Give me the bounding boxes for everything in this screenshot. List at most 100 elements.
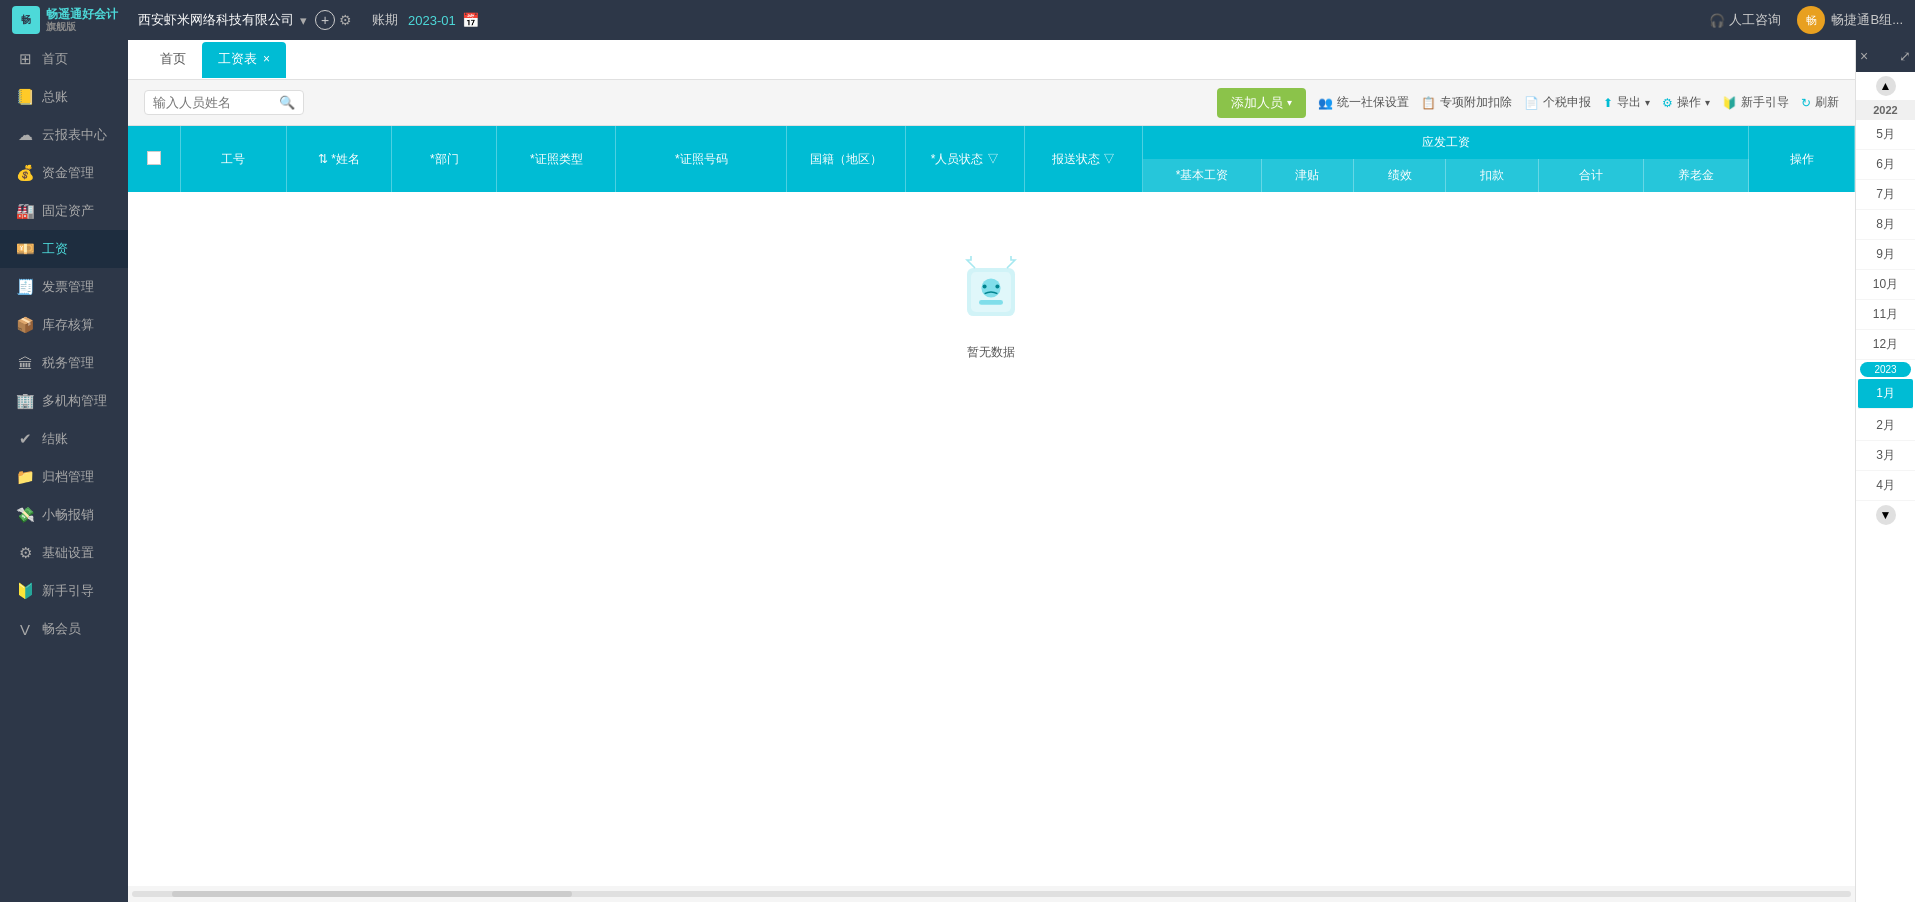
add-person-arrow-icon: ▾	[1287, 97, 1292, 108]
empty-state: 暂无数据	[128, 192, 1855, 421]
sidebar-item-home[interactable]: ⊞ 首页	[0, 40, 128, 78]
month-2023-03[interactable]: 3月	[1856, 441, 1915, 471]
col-action-header: 操作	[1749, 126, 1855, 192]
sidebar-item-cloud-report[interactable]: ☁ 云报表中心	[0, 116, 128, 154]
sidebar-item-settlement[interactable]: ✔ 结账	[0, 420, 128, 458]
search-input[interactable]	[153, 95, 273, 110]
sidebar-item-ledger[interactable]: 📒 总账	[0, 78, 128, 116]
search-box[interactable]: 🔍	[144, 90, 304, 115]
special-deduct-button[interactable]: 📋 专项附加扣除	[1421, 94, 1512, 111]
refresh-button[interactable]: ↻ 刷新	[1801, 94, 1839, 111]
sidebar-item-archive[interactable]: 📁 归档管理	[0, 458, 128, 496]
col-subsidy-header: 津贴	[1261, 159, 1353, 192]
select-all-checkbox[interactable]	[147, 151, 161, 165]
sidebar-expense-label: 小畅报销	[42, 506, 94, 524]
period-selector[interactable]: 账期 2023-01 📅	[372, 11, 479, 29]
sidebar-home-icon: ⊞	[16, 50, 34, 68]
month-2022-07[interactable]: 7月	[1856, 180, 1915, 210]
month-2022-10[interactable]: 10月	[1856, 270, 1915, 300]
horizontal-scrollbar[interactable]	[128, 886, 1855, 902]
guide-icon: 🔰	[1722, 96, 1737, 110]
sidebar-home-label: 首页	[42, 50, 68, 68]
panel-close-button[interactable]: ×	[1860, 48, 1868, 64]
sidebar-item-member[interactable]: V 畅会员	[0, 610, 128, 648]
panel-nav-up[interactable]: ▲	[1856, 72, 1915, 100]
tab-home[interactable]: 首页	[144, 42, 202, 78]
guide-label: 新手引导	[1741, 94, 1789, 111]
sidebar-fixed-assets-label: 固定资产	[42, 202, 94, 220]
headset-icon: 🎧	[1709, 13, 1725, 28]
social-security-button[interactable]: 👥 统一社保设置	[1318, 94, 1409, 111]
add-person-button[interactable]: 添加人员 ▾	[1217, 88, 1306, 118]
panel-nav-down[interactable]: ▼	[1856, 501, 1915, 529]
scrollbar-track[interactable]	[132, 891, 1851, 897]
sidebar-ledger-icon: 📒	[16, 88, 34, 106]
month-2022-05[interactable]: 5月	[1856, 120, 1915, 150]
col-report-header[interactable]: 报送状态 ▽	[1024, 126, 1143, 192]
month-2022-12[interactable]: 12月	[1856, 330, 1915, 360]
add-person-label: 添加人员	[1231, 94, 1283, 112]
top-bar-right: 🎧 人工咨询 畅 畅捷通B组...	[1709, 6, 1903, 34]
month-2023-02[interactable]: 2月	[1856, 411, 1915, 441]
panel-up-button[interactable]: ▲	[1876, 76, 1896, 96]
sidebar-guide-label: 新手引导	[42, 582, 94, 600]
settings-icon[interactable]: ⚙	[339, 12, 352, 28]
special-deduct-icon: 📋	[1421, 96, 1436, 110]
col-performance-header: 绩效	[1354, 159, 1446, 192]
tab-close-icon[interactable]: ×	[263, 52, 270, 66]
col-country-header: 国籍（地区）	[787, 126, 906, 192]
sidebar-multi-org-icon: 🏢	[16, 392, 34, 410]
payroll-table: 工号 ⇅ *姓名 *部门 *证照类型 *证照号码 国籍（地区） *人员状态 ▽	[128, 126, 1855, 886]
company-selector[interactable]: 西安虾米网络科技有限公司 ▾	[138, 11, 307, 29]
month-2022-08[interactable]: 8月	[1856, 210, 1915, 240]
tax-report-button[interactable]: 📄 个税申报	[1524, 94, 1591, 111]
month-2022-09[interactable]: 9月	[1856, 240, 1915, 270]
sidebar-settings-label: 基础设置	[42, 544, 94, 562]
col-checkbox-header[interactable]	[128, 126, 181, 192]
calendar-icon[interactable]: 📅	[462, 12, 479, 28]
sidebar-item-fixed-assets[interactable]: 🏭 固定资产	[0, 192, 128, 230]
export-button[interactable]: ⬆ 导出 ▾	[1603, 94, 1650, 111]
col-idtype-header: *证照类型	[497, 126, 616, 192]
sidebar-inventory-icon: 📦	[16, 316, 34, 334]
sidebar-item-guide[interactable]: 🔰 新手引导	[0, 572, 128, 610]
month-2022-06[interactable]: 6月	[1856, 150, 1915, 180]
year-2022-label: 2022	[1856, 100, 1915, 120]
operations-arrow-icon: ▾	[1705, 97, 1710, 108]
sidebar-settings-icon: ⚙	[16, 544, 34, 562]
month-2023-04[interactable]: 4月	[1856, 471, 1915, 501]
col-deduct-header: 扣款	[1446, 159, 1538, 192]
user-menu[interactable]: 畅 畅捷通B组...	[1797, 6, 1903, 34]
sidebar-item-multi-org[interactable]: 🏢 多机构管理	[0, 382, 128, 420]
month-2022-11[interactable]: 11月	[1856, 300, 1915, 330]
operations-button[interactable]: ⚙ 操作 ▾	[1662, 94, 1710, 111]
col-status-header[interactable]: *人员状态 ▽	[906, 126, 1025, 192]
sidebar-item-invoice[interactable]: 🧾 发票管理	[0, 268, 128, 306]
sidebar-item-expense[interactable]: 💸 小畅报销	[0, 496, 128, 534]
col-name-header[interactable]: ⇅ *姓名	[286, 126, 391, 192]
scrollbar-thumb[interactable]	[172, 891, 572, 897]
service-button[interactable]: 🎧 人工咨询	[1709, 11, 1781, 29]
sidebar-item-payroll[interactable]: 💴 工资	[0, 230, 128, 268]
sidebar-tax-label: 税务管理	[42, 354, 94, 372]
company-dropdown-icon[interactable]: ▾	[300, 13, 307, 28]
guide-button[interactable]: 🔰 新手引导	[1722, 94, 1789, 111]
service-label: 人工咨询	[1729, 11, 1781, 29]
sidebar-item-settings[interactable]: ⚙ 基础设置	[0, 534, 128, 572]
sidebar-invoice-icon: 🧾	[16, 278, 34, 296]
month-2023-01[interactable]: 1月	[1858, 379, 1913, 409]
tab-payroll[interactable]: 工资表 ×	[202, 42, 286, 78]
empty-text: 暂无数据	[967, 344, 1015, 361]
sidebar-member-icon: V	[16, 621, 34, 638]
col-empno-header: 工号	[181, 126, 286, 192]
sidebar-invoice-label: 发票管理	[42, 278, 94, 296]
col-pension-header: 养老金	[1644, 159, 1749, 192]
sidebar-tax-icon: 🏛	[16, 355, 34, 372]
sidebar-item-tax[interactable]: 🏛 税务管理	[0, 344, 128, 382]
sidebar-item-fund[interactable]: 💰 资金管理	[0, 154, 128, 192]
sidebar-item-inventory[interactable]: 📦 库存核算	[0, 306, 128, 344]
add-company-button[interactable]: +	[315, 10, 335, 30]
panel-down-button[interactable]: ▼	[1876, 505, 1896, 525]
col-total-header: 合计	[1538, 159, 1643, 192]
panel-expand-button[interactable]: ⤢	[1899, 48, 1911, 64]
